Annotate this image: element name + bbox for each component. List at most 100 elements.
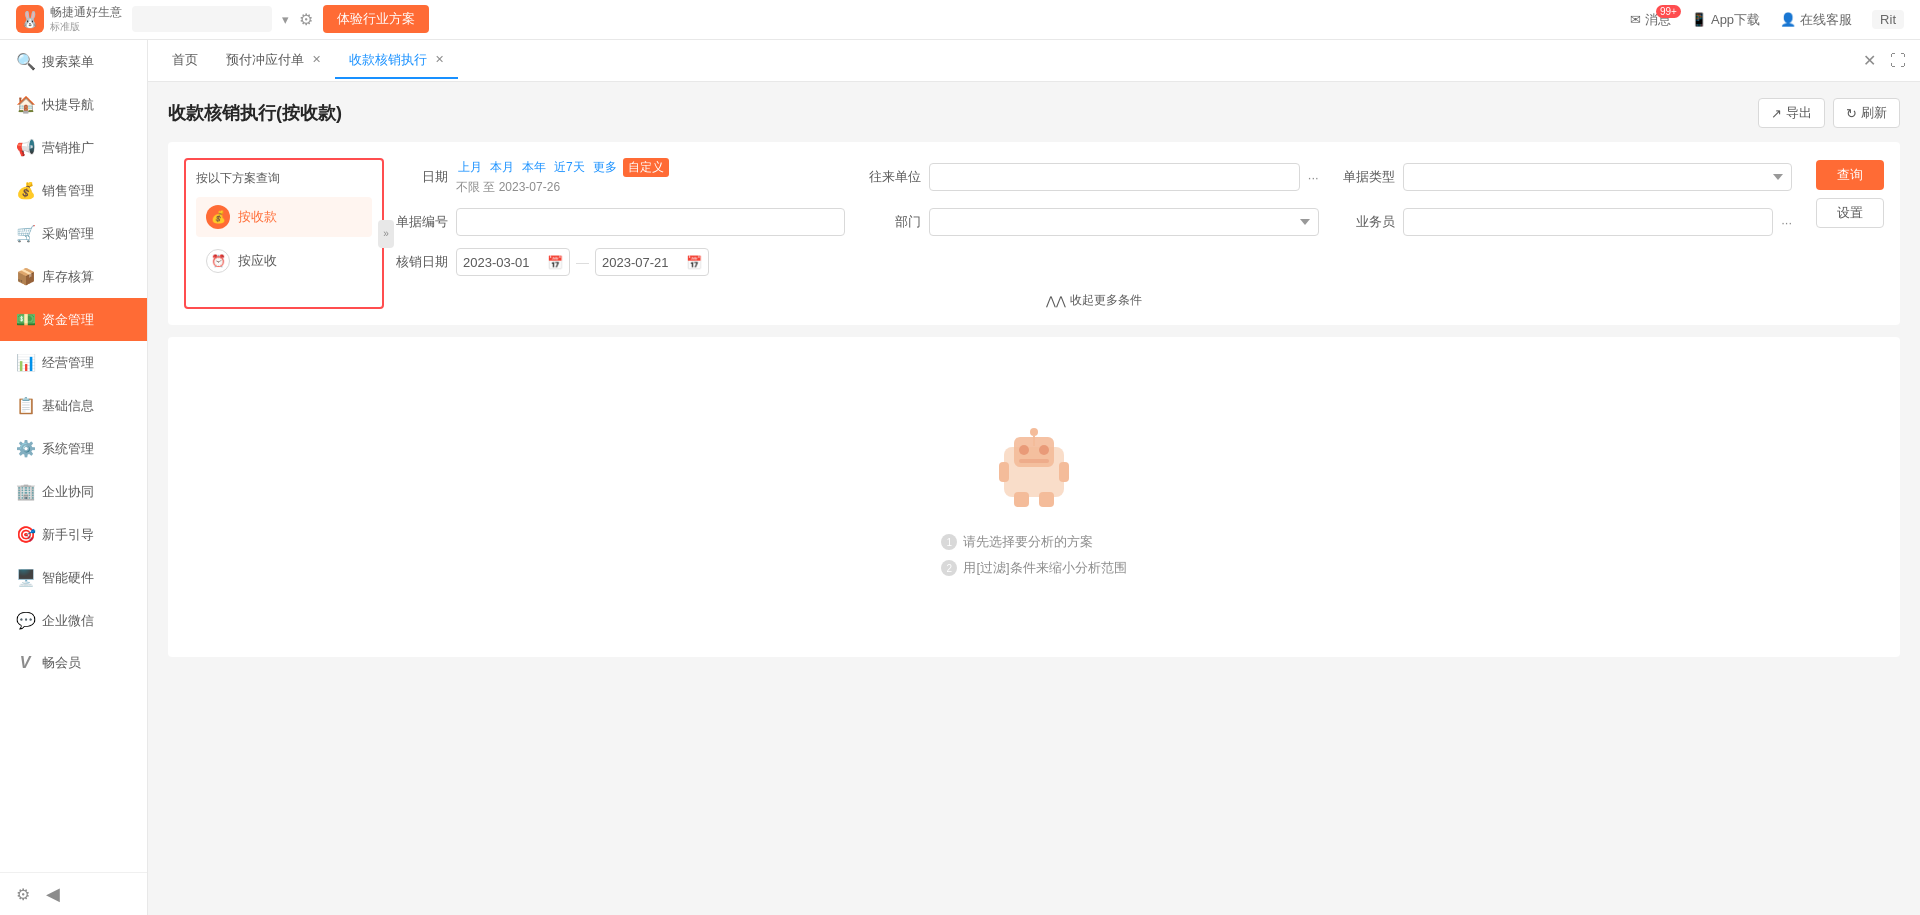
bill-no-input[interactable] — [456, 208, 845, 236]
date-shortcut-custom[interactable]: 自定义 — [623, 158, 669, 177]
collapse-icon: ⋀⋀ — [1046, 294, 1066, 308]
tab-receipt-writeoff-close-icon[interactable]: ✕ — [435, 53, 444, 66]
filter-cell-staff: 业务员 ··· — [1343, 208, 1792, 236]
partner-dots-icon[interactable]: ··· — [1308, 170, 1319, 185]
tab-prepay[interactable]: 预付冲应付单 ✕ — [212, 43, 335, 79]
tab-bar: 首页 预付冲应付单 ✕ 收款核销执行 ✕ ✕ ⛶ — [148, 40, 1920, 82]
sidebar-item-search[interactable]: 🔍 搜索菜单 — [0, 40, 147, 83]
partner-label: 往来单位 — [869, 168, 921, 186]
tab-bar-actions: ✕ ⛶ — [1859, 47, 1910, 74]
company-dropdown-icon[interactable]: ▾ — [282, 12, 289, 27]
tip-num-1: 1 — [941, 534, 957, 550]
export-label: 导出 — [1786, 104, 1812, 122]
filter-form-wrapper: 日期 上月 本月 本年 近7天 更多 自定义 — [396, 158, 1792, 309]
sidebar-label-operation: 经营管理 — [42, 354, 94, 372]
app-download-button[interactable]: 📱 App下载 — [1691, 11, 1760, 29]
sidebar-settings-icon[interactable]: ⚙ — [16, 885, 30, 904]
date-shortcuts: 上月 本月 本年 近7天 更多 自定义 — [456, 158, 845, 177]
sidebar-item-inventory[interactable]: 📦 库存核算 — [0, 255, 147, 298]
svg-point-2 — [1019, 445, 1029, 455]
staff-dots-icon[interactable]: ··· — [1781, 215, 1792, 230]
top-bar-left: 🐰 畅捷通好生意 标准版 ▾ ⚙ 体验行业方案 — [16, 5, 1630, 33]
solution-button[interactable]: 体验行业方案 — [323, 5, 429, 33]
sidebar-item-guide[interactable]: 🎯 新手引导 — [0, 513, 147, 556]
department-label: 部门 — [869, 213, 921, 231]
collapse-more-button[interactable]: ⋀⋀ 收起更多条件 — [1046, 292, 1142, 309]
tab-home[interactable]: 首页 — [158, 43, 212, 79]
empty-tips: 1 请先选择要分析的方案 2 用[过滤]条件来缩小分析范围 — [941, 533, 1126, 577]
sidebar-item-capital[interactable]: 💵 资金管理 — [0, 298, 147, 341]
date-shortcut-this-year[interactable]: 本年 — [520, 158, 548, 177]
home-icon: 🏠 — [16, 95, 34, 114]
sidebar-label-guide: 新手引导 — [42, 526, 94, 544]
sidebar-item-quick-nav[interactable]: 🏠 快捷导航 — [0, 83, 147, 126]
tab-expand-icon[interactable]: ⛶ — [1886, 48, 1910, 74]
filter-option-by-receipt[interactable]: 💰 按收款 — [196, 197, 372, 237]
bill-type-select[interactable] — [1403, 163, 1792, 191]
writeoff-date-start-wrap[interactable]: 📅 — [456, 248, 570, 276]
partner-input[interactable] — [929, 163, 1299, 191]
sidebar-item-enterprise[interactable]: 🏢 企业协同 — [0, 470, 147, 513]
sidebar-item-member[interactable]: V 畅会员 — [0, 642, 147, 684]
collapse-more-row: ⋀⋀ 收起更多条件 — [396, 292, 1792, 309]
sales-icon: 💰 — [16, 181, 34, 200]
sidebar-label-member: 畅会员 — [42, 654, 81, 672]
staff-input[interactable] — [1403, 208, 1774, 236]
app-name: 畅捷通好生意 — [50, 5, 122, 19]
message-button[interactable]: ✉ 消息 99+ — [1630, 11, 1671, 29]
date-shortcut-more[interactable]: 更多 — [591, 158, 619, 177]
sidebar-collapse-icon[interactable]: ◀ — [46, 883, 60, 905]
department-select[interactable] — [929, 208, 1318, 236]
sidebar-item-basic[interactable]: 📋 基础信息 — [0, 384, 147, 427]
tab-close-all-icon[interactable]: ✕ — [1859, 47, 1880, 74]
sidebar-item-hardware[interactable]: 🖥️ 智能硬件 — [0, 556, 147, 599]
writeoff-date-start-cal-icon[interactable]: 📅 — [547, 255, 563, 270]
tab-receipt-writeoff[interactable]: 收款核销执行 ✕ — [335, 43, 458, 79]
refresh-icon: ↻ — [1846, 106, 1857, 121]
date-shortcut-last-month[interactable]: 上月 — [456, 158, 484, 177]
writeoff-date-end-wrap[interactable]: 📅 — [595, 248, 709, 276]
date-no-limit-label: 不限 至 2023-07-26 — [456, 179, 845, 196]
results-area: 1 请先选择要分析的方案 2 用[过滤]条件来缩小分析范围 — [168, 337, 1900, 657]
filter-settings-button[interactable]: 设置 — [1816, 198, 1884, 228]
filter-cell-bill-no: 单据编号 — [396, 208, 845, 236]
sidebar-item-purchase[interactable]: 🛒 采购管理 — [0, 212, 147, 255]
filter-option-by-receivable[interactable]: ⏰ 按应收 — [196, 241, 372, 281]
filter-right-actions: 查询 设置 — [1804, 158, 1884, 309]
writeoff-date-end-input[interactable] — [602, 255, 682, 270]
export-button[interactable]: ↗ 导出 — [1758, 98, 1825, 128]
by-receipt-label: 按收款 — [238, 208, 277, 226]
writeoff-date-range: 📅 — 📅 — [456, 248, 1319, 276]
sidebar-item-sales[interactable]: 💰 销售管理 — [0, 169, 147, 212]
empty-state-icon — [984, 417, 1084, 517]
company-selector[interactable] — [132, 6, 272, 32]
writeoff-date-start-input[interactable] — [463, 255, 543, 270]
page-content: 收款核销执行(按收款) ↗ 导出 ↻ 刷新 按以下方案查询 — [148, 82, 1920, 915]
svg-rect-8 — [1039, 492, 1054, 507]
query-button[interactable]: 查询 — [1816, 160, 1884, 190]
basic-icon: 📋 — [16, 396, 34, 415]
tab-prepay-close-icon[interactable]: ✕ — [312, 53, 321, 66]
filter-form-area: 日期 上月 本月 本年 近7天 更多 自定义 — [396, 158, 1884, 309]
date-shortcut-7days[interactable]: 近7天 — [552, 158, 587, 177]
service-icon: 👤 — [1780, 12, 1796, 27]
sidebar-label-hardware: 智能硬件 — [42, 569, 94, 587]
purchase-icon: 🛒 — [16, 224, 34, 243]
settings-icon[interactable]: ⚙ — [299, 10, 313, 29]
refresh-button[interactable]: ↻ 刷新 — [1833, 98, 1900, 128]
date-label: 日期 — [396, 168, 448, 186]
filter-cell-writeoff-date: 核销日期 📅 — 📅 — [396, 248, 1319, 276]
by-receipt-icon: 💰 — [206, 205, 230, 229]
sidebar-item-operation[interactable]: 📊 经营管理 — [0, 341, 147, 384]
logo-icon: 🐰 — [16, 5, 44, 33]
sidebar-item-marketing[interactable]: 📢 营销推广 — [0, 126, 147, 169]
sidebar-label-basic: 基础信息 — [42, 397, 94, 415]
scheme-panel-collapse-btn[interactable]: » — [378, 220, 394, 248]
hardware-icon: 🖥️ — [16, 568, 34, 587]
date-shortcut-this-month[interactable]: 本月 — [488, 158, 516, 177]
sidebar-item-wechat[interactable]: 💬 企业微信 — [0, 599, 147, 642]
sidebar-item-system[interactable]: ⚙️ 系统管理 — [0, 427, 147, 470]
online-service-button[interactable]: 👤 在线客服 — [1780, 11, 1852, 29]
writeoff-date-end-cal-icon[interactable]: 📅 — [686, 255, 702, 270]
user-menu[interactable]: Rit — [1872, 10, 1904, 29]
